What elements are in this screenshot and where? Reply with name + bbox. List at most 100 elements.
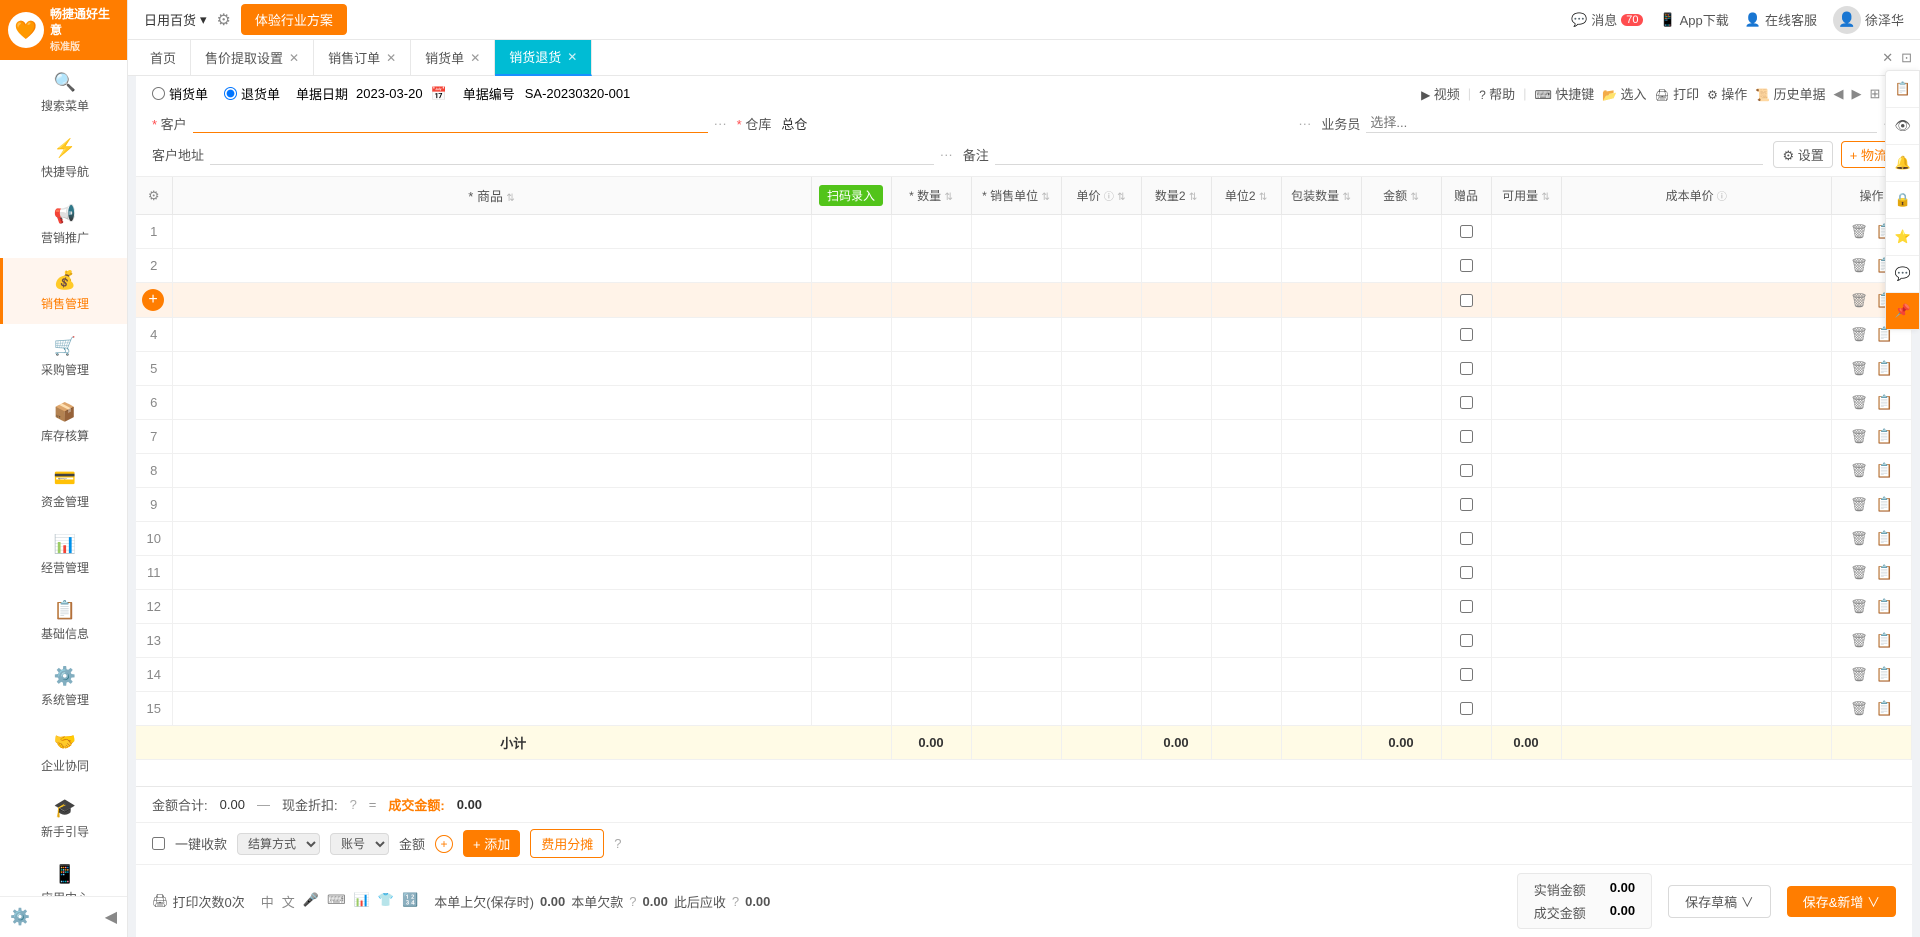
- qty2-cell[interactable]: [1141, 249, 1211, 283]
- available-cell[interactable]: [1491, 658, 1561, 692]
- qty2-cell[interactable]: [1141, 556, 1211, 590]
- sidebar-item-purchase[interactable]: 🛒 采购管理: [0, 324, 127, 390]
- qty2-cell[interactable]: [1141, 318, 1211, 352]
- gift-checkbox[interactable]: [1460, 294, 1473, 307]
- calendar-icon[interactable]: 📅: [431, 86, 447, 102]
- sidebar-item-finance[interactable]: 💳 资金管理: [0, 456, 127, 522]
- grid-view-icon[interactable]: ⊞: [1870, 86, 1881, 102]
- pack-qty-cell[interactable]: [1281, 624, 1361, 658]
- gift-checkbox[interactable]: [1460, 566, 1473, 579]
- copy-icon[interactable]: 📋: [1875, 700, 1892, 716]
- cost-price-cell[interactable]: [1561, 692, 1831, 726]
- tab-sale-settings-close[interactable]: ✕: [289, 51, 299, 65]
- gift-checkbox[interactable]: [1460, 600, 1473, 613]
- gift-cell[interactable]: [1441, 658, 1491, 692]
- tool-6[interactable]: 👕: [378, 892, 394, 911]
- product-cell[interactable]: [172, 215, 811, 249]
- qty-cell[interactable]: [891, 488, 971, 522]
- unit-price-cell[interactable]: [1061, 522, 1141, 556]
- cost-price-cell[interactable]: [1561, 420, 1831, 454]
- message-button[interactable]: 💬 消息 70: [1571, 10, 1643, 29]
- account-select[interactable]: 账号: [330, 833, 389, 855]
- cost-price-cell[interactable]: [1561, 215, 1831, 249]
- amount-cell[interactable]: [1361, 420, 1441, 454]
- qty2-cell[interactable]: [1141, 454, 1211, 488]
- shortcut-btn[interactable]: ⌨ 快捷键: [1535, 84, 1595, 103]
- sidebar-item-basic[interactable]: 📋 基础信息: [0, 588, 127, 654]
- amount-cell[interactable]: [1361, 692, 1441, 726]
- gift-cell[interactable]: [1441, 352, 1491, 386]
- maximize-icon[interactable]: ⊡: [1901, 50, 1912, 66]
- prev-record-icon[interactable]: ◀: [1834, 86, 1844, 102]
- amount-cell[interactable]: [1361, 318, 1441, 352]
- sale-unit-cell[interactable]: [971, 318, 1061, 352]
- cost-price-cell[interactable]: [1561, 556, 1831, 590]
- amount-cell[interactable]: [1361, 556, 1441, 590]
- unit-price-cell[interactable]: [1061, 692, 1141, 726]
- product-cell[interactable]: [172, 249, 811, 283]
- sidebar-item-newbie[interactable]: 🎓 新手引导: [0, 786, 127, 852]
- qty2-cell[interactable]: [1141, 692, 1211, 726]
- unit2-cell[interactable]: [1211, 454, 1281, 488]
- right-icon-chat[interactable]: 💬: [1886, 256, 1919, 293]
- pack-qty-cell[interactable]: [1281, 215, 1361, 249]
- copy-icon[interactable]: 📋: [1875, 428, 1892, 444]
- amount-cell[interactable]: [1361, 386, 1441, 420]
- qty-cell[interactable]: [891, 420, 971, 454]
- address-input[interactable]: [210, 145, 934, 165]
- right-icon-active[interactable]: 📌: [1886, 293, 1919, 329]
- product-cell[interactable]: [172, 386, 811, 420]
- unit2-cell[interactable]: [1211, 658, 1281, 692]
- video-btn[interactable]: ▶ 视频: [1421, 84, 1460, 103]
- sale-unit-cell[interactable]: [971, 590, 1061, 624]
- gift-checkbox[interactable]: [1460, 396, 1473, 409]
- online-service-button[interactable]: 👤 在线客服: [1745, 10, 1817, 29]
- cost-price-cell[interactable]: [1561, 658, 1831, 692]
- sidebar-item-sales[interactable]: 💰 销售管理: [0, 258, 127, 324]
- delete-icon[interactable]: 🗑: [1850, 530, 1868, 546]
- unit-price-cell[interactable]: [1061, 454, 1141, 488]
- qty-cell[interactable]: [891, 215, 971, 249]
- gift-checkbox[interactable]: [1460, 362, 1473, 375]
- cost-price-cell[interactable]: [1561, 522, 1831, 556]
- sale-unit-cell[interactable]: [971, 386, 1061, 420]
- gift-cell[interactable]: [1441, 249, 1491, 283]
- qty2-cell[interactable]: [1141, 522, 1211, 556]
- sale-unit-cell[interactable]: [971, 215, 1061, 249]
- settings-button[interactable]: ⚙️: [10, 907, 30, 927]
- unit2-cell[interactable]: [1211, 624, 1281, 658]
- notes-input[interactable]: [995, 145, 1764, 165]
- tab-sale-order[interactable]: 销售订单 ✕: [314, 40, 411, 76]
- pack-qty-cell[interactable]: [1281, 386, 1361, 420]
- copy-icon[interactable]: 📋: [1875, 496, 1892, 512]
- gift-cell[interactable]: [1441, 488, 1491, 522]
- unit-price-cell[interactable]: [1061, 386, 1141, 420]
- right-icon-lock[interactable]: 🔒: [1886, 182, 1919, 219]
- collapse-button[interactable]: ◀: [105, 907, 117, 927]
- sale-unit-cell[interactable]: [971, 692, 1061, 726]
- available-cell[interactable]: [1491, 624, 1561, 658]
- qty2-cell[interactable]: [1141, 386, 1211, 420]
- amount-cell[interactable]: [1361, 590, 1441, 624]
- tool-4[interactable]: ⌨: [327, 892, 346, 911]
- copy-icon[interactable]: 📋: [1875, 632, 1892, 648]
- qty-cell[interactable]: [891, 318, 971, 352]
- unit-price-cell[interactable]: [1061, 318, 1141, 352]
- gift-checkbox[interactable]: [1460, 430, 1473, 443]
- unit2-cell[interactable]: [1211, 556, 1281, 590]
- qty2-cell[interactable]: [1141, 590, 1211, 624]
- product-input[interactable]: [179, 293, 805, 308]
- gift-cell[interactable]: [1441, 283, 1491, 318]
- sidebar-item-shortcuts[interactable]: ⚡ 快捷导航: [0, 126, 127, 192]
- gear-icon[interactable]: ⚙: [148, 188, 160, 203]
- settings-button[interactable]: ⚙ 设置: [1773, 141, 1832, 168]
- gift-cell[interactable]: [1441, 624, 1491, 658]
- unit-price-cell[interactable]: [1061, 556, 1141, 590]
- amount-cell[interactable]: [1361, 283, 1441, 318]
- available-cell[interactable]: [1491, 590, 1561, 624]
- unit-price-cell[interactable]: [1061, 590, 1141, 624]
- unit-price-cell[interactable]: [1061, 488, 1141, 522]
- delete-icon[interactable]: 🗑: [1850, 257, 1868, 273]
- cost-price-cell[interactable]: [1561, 590, 1831, 624]
- unit2-cell[interactable]: [1211, 318, 1281, 352]
